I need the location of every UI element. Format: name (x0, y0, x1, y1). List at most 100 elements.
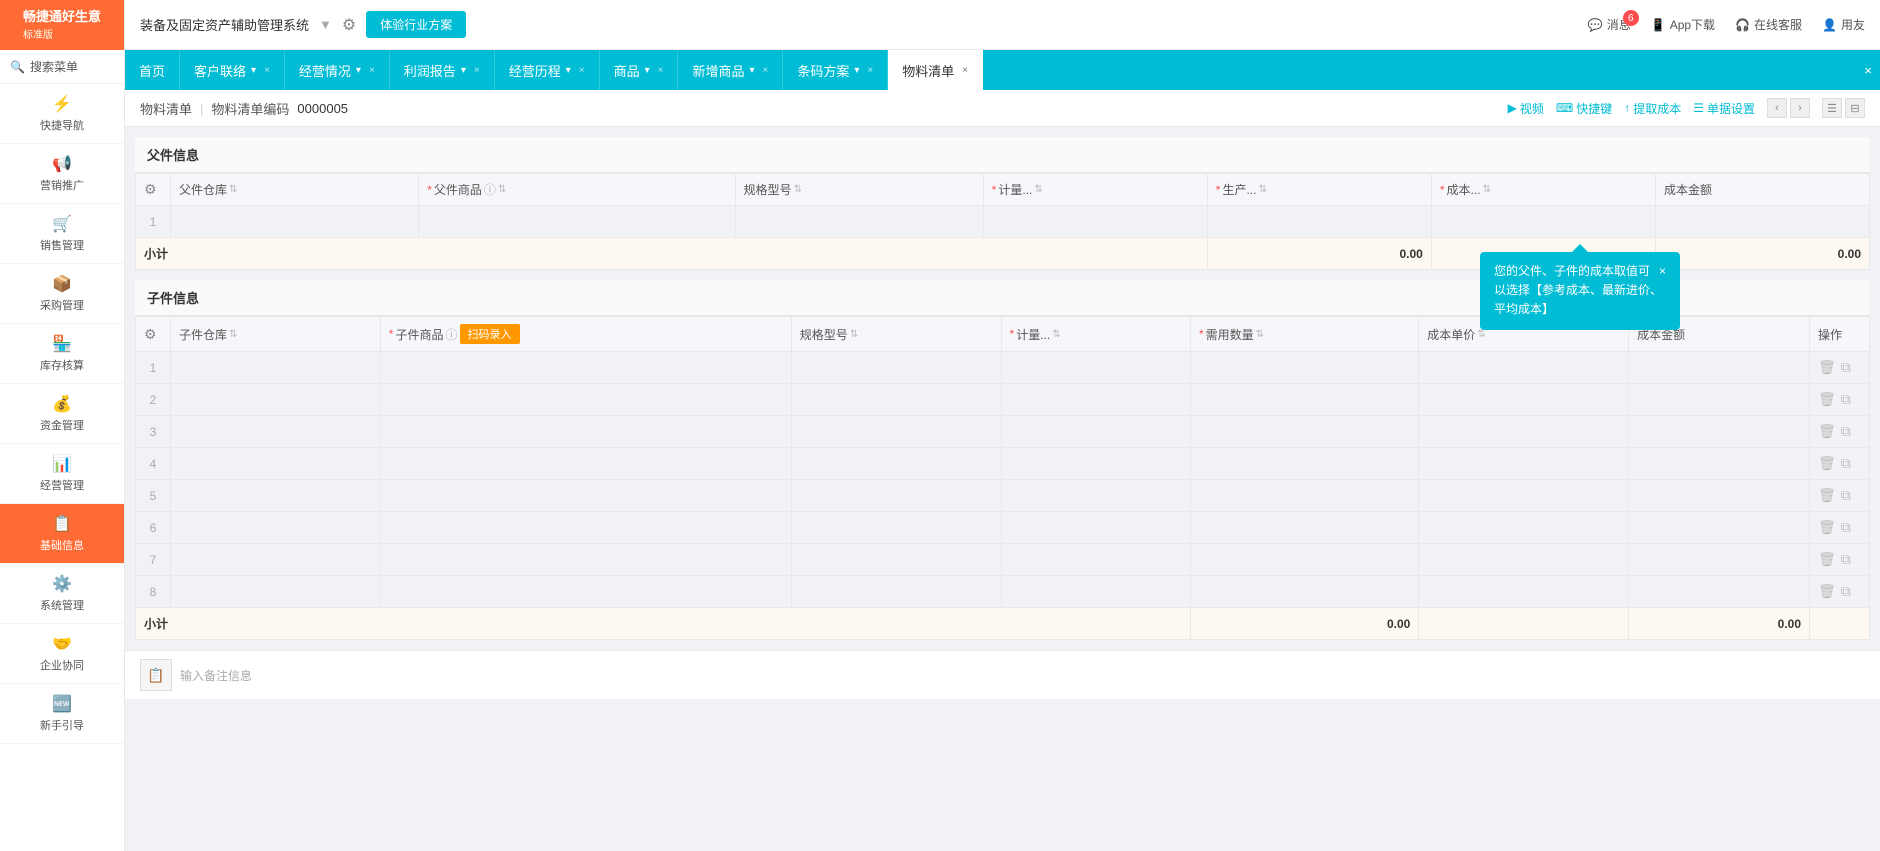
tab-close-icon[interactable]: × (867, 65, 873, 76)
child-spec-cell[interactable] (791, 544, 1001, 576)
online-service-button[interactable]: 🎧 在线客服 (1735, 16, 1802, 33)
child-unit-cell[interactable] (1001, 352, 1190, 384)
sidebar-item-operations[interactable]: 📊 经营管理 (0, 444, 124, 504)
child-unit-cell[interactable] (1001, 512, 1190, 544)
child-unit-cost-cell[interactable] (1419, 544, 1629, 576)
child-qty-cell[interactable] (1190, 352, 1418, 384)
video-action[interactable]: ▶ 视频 (1508, 100, 1544, 117)
sidebar-item-collab[interactable]: 🤝 企业协同 (0, 624, 124, 684)
sidebar-item-sales[interactable]: 🛒 销售管理 (0, 204, 124, 264)
grid-view-icon[interactable]: ⊟ (1845, 98, 1865, 118)
tab-close-icon[interactable]: × (658, 65, 664, 76)
dropdown-arrow-icon[interactable]: ▼ (319, 17, 332, 32)
delete-row-icon[interactable]: 🗑 (1818, 423, 1836, 440)
sidebar-item-marketing[interactable]: 📢 营销推广 (0, 144, 124, 204)
child-cost-amount-cell[interactable] (1629, 544, 1810, 576)
child-unit-cost-cell[interactable] (1419, 480, 1629, 512)
tab-close-icon[interactable]: × (579, 65, 585, 76)
child-spec-cell[interactable] (791, 384, 1001, 416)
tooltip-close-button[interactable]: × (1659, 262, 1666, 281)
th-child-settings[interactable]: ⚙ (136, 317, 171, 352)
child-unit-cell[interactable] (1001, 448, 1190, 480)
delete-row-icon[interactable]: 🗑 (1818, 583, 1836, 600)
child-spec-cell[interactable] (791, 576, 1001, 608)
child-warehouse-cell[interactable] (171, 512, 381, 544)
child-unit-cell[interactable] (1001, 544, 1190, 576)
tab-new-goods[interactable]: 新增商品 ▾ × (678, 50, 783, 90)
child-unit-cost-cell[interactable] (1419, 576, 1629, 608)
child-goods-cell[interactable] (380, 352, 791, 384)
parent-unit-cell[interactable] (983, 206, 1207, 238)
parent-spec-cell[interactable] (735, 206, 983, 238)
trial-button[interactable]: 体验行业方案 (366, 11, 466, 38)
child-spec-cell[interactable] (791, 416, 1001, 448)
col-settings-icon[interactable]: ⚙ (144, 181, 157, 197)
tab-close-icon[interactable]: × (474, 65, 480, 76)
child-goods-cell[interactable] (380, 416, 791, 448)
child-goods-cell[interactable] (380, 480, 791, 512)
copy-row-icon[interactable]: ⧉ (1841, 487, 1851, 504)
child-spec-cell[interactable] (791, 352, 1001, 384)
child-goods-cell[interactable] (380, 576, 791, 608)
gear-icon[interactable]: ⚙ (342, 15, 356, 35)
tab-bom[interactable]: 物料清单 × (888, 50, 983, 90)
child-goods-cell[interactable] (380, 448, 791, 480)
child-qty-cell[interactable] (1190, 416, 1418, 448)
child-warehouse-cell[interactable] (171, 416, 381, 448)
child-warehouse-cell[interactable] (171, 544, 381, 576)
child-unit-cell[interactable] (1001, 384, 1190, 416)
shortcut-action[interactable]: ⌨ 快捷键 (1556, 100, 1612, 117)
tab-profit[interactable]: 利润报告 ▾ × (390, 50, 495, 90)
child-cost-amount-cell[interactable] (1629, 352, 1810, 384)
th-settings[interactable]: ⚙ (136, 174, 171, 206)
delete-row-icon[interactable]: 🗑 (1818, 487, 1836, 504)
copy-row-icon[interactable]: ⧉ (1841, 391, 1851, 408)
app-download-button[interactable]: 📱 App下载 (1651, 16, 1715, 33)
copy-row-icon[interactable]: ⧉ (1841, 455, 1851, 472)
copy-row-icon[interactable]: ⧉ (1841, 423, 1851, 440)
child-warehouse-cell[interactable] (171, 352, 381, 384)
user-button[interactable]: 👤 用友 (1822, 16, 1865, 33)
col-settings-icon[interactable]: ⚙ (144, 326, 157, 342)
next-arrow[interactable]: › (1790, 98, 1810, 118)
child-cost-amount-cell[interactable] (1629, 448, 1810, 480)
child-unit-cost-cell[interactable] (1419, 448, 1629, 480)
child-qty-cell[interactable] (1190, 384, 1418, 416)
child-warehouse-cell[interactable] (171, 384, 381, 416)
parent-warehouse-cell[interactable] (171, 206, 419, 238)
delete-row-icon[interactable]: 🗑 (1818, 391, 1836, 408)
scan-button[interactable]: 扫码录入 (460, 324, 520, 344)
sidebar-item-finance[interactable]: 💰 资金管理 (0, 384, 124, 444)
child-goods-cell[interactable] (380, 512, 791, 544)
close-all-tabs[interactable]: × (1864, 63, 1880, 78)
tab-business[interactable]: 经营情况 ▾ × (285, 50, 390, 90)
sidebar-item-purchase[interactable]: 📦 采购管理 (0, 264, 124, 324)
bottom-icon-btn[interactable]: 📋 (140, 659, 172, 691)
tab-barcode[interactable]: 条码方案 ▾ × (783, 50, 888, 90)
child-cost-amount-cell[interactable] (1629, 416, 1810, 448)
child-warehouse-cell[interactable] (171, 448, 381, 480)
child-unit-cell[interactable] (1001, 576, 1190, 608)
child-goods-cell[interactable] (380, 384, 791, 416)
sidebar-item-guide[interactable]: 🆕 新手引导 (0, 684, 124, 744)
child-unit-cost-cell[interactable] (1419, 416, 1629, 448)
delete-row-icon[interactable]: 🗑 (1818, 359, 1836, 376)
child-cost-amount-cell[interactable] (1629, 480, 1810, 512)
child-spec-cell[interactable] (791, 512, 1001, 544)
child-cost-amount-cell[interactable] (1629, 576, 1810, 608)
sidebar-item-inventory[interactable]: 🏪 库存核算 (0, 324, 124, 384)
tab-bom-close-icon[interactable]: × (962, 65, 968, 76)
message-button[interactable]: 💬 消息 6 (1588, 16, 1631, 33)
child-cost-amount-cell[interactable] (1629, 384, 1810, 416)
child-qty-cell[interactable] (1190, 512, 1418, 544)
parent-goods-cell[interactable] (419, 206, 735, 238)
prev-arrow[interactable]: ‹ (1767, 98, 1787, 118)
sidebar-item-quick-nav[interactable]: ⚡ 快捷导航 (0, 84, 124, 144)
child-unit-cell[interactable] (1001, 480, 1190, 512)
copy-row-icon[interactable]: ⧉ (1841, 551, 1851, 568)
child-spec-cell[interactable] (791, 448, 1001, 480)
tab-close-icon[interactable]: × (369, 65, 375, 76)
child-qty-cell[interactable] (1190, 544, 1418, 576)
tab-close-icon[interactable]: × (763, 65, 769, 76)
list-view-icon[interactable]: ☰ (1822, 98, 1842, 118)
